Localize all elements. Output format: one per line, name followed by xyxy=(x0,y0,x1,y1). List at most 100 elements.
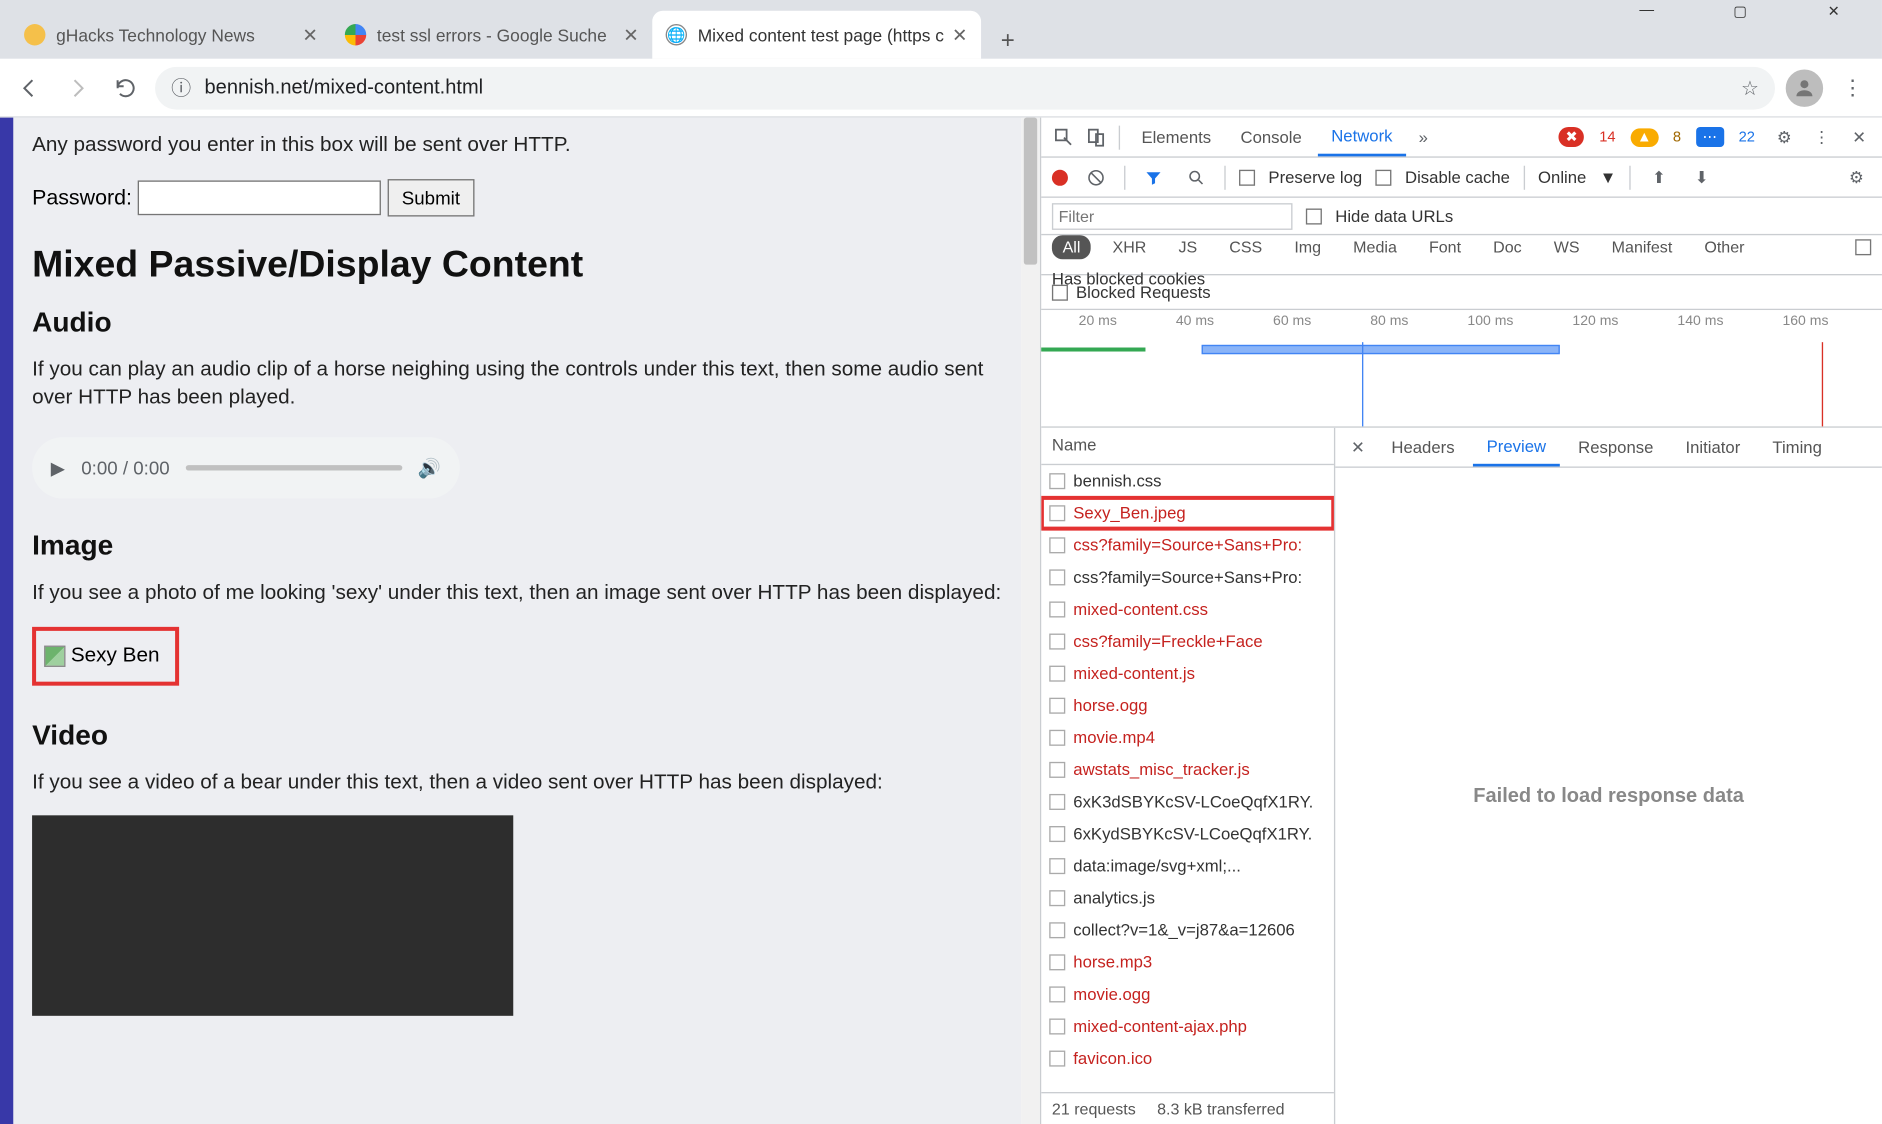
request-name: css?family=Source+Sans+Pro: xyxy=(1073,536,1302,555)
request-row[interactable]: favicon.ico xyxy=(1041,1043,1334,1075)
more-tabs-icon[interactable]: » xyxy=(1409,122,1438,151)
throttle-dropdown-icon[interactable]: ▼ xyxy=(1600,168,1617,187)
type-filter-media[interactable]: Media xyxy=(1342,235,1407,259)
request-row[interactable]: movie.mp4 xyxy=(1041,722,1334,754)
new-tab-button[interactable]: + xyxy=(989,21,1026,58)
request-row[interactable]: data:image/svg+xml;... xyxy=(1041,850,1334,882)
network-settings-gear-icon[interactable]: ⚙ xyxy=(1842,162,1871,191)
request-row[interactable]: mixed-content-ajax.php xyxy=(1041,1010,1334,1042)
type-filter-manifest[interactable]: Manifest xyxy=(1601,235,1683,259)
info-badge-icon[interactable]: ⋯ xyxy=(1696,127,1724,147)
type-filter-css[interactable]: CSS xyxy=(1219,235,1273,259)
timeline-selection[interactable] xyxy=(1202,345,1560,354)
submit-button[interactable]: Submit xyxy=(387,179,475,216)
tab-preview[interactable]: Preview xyxy=(1473,428,1559,465)
request-row[interactable]: movie.ogg xyxy=(1041,978,1334,1010)
tab-response[interactable]: Response xyxy=(1565,430,1667,465)
play-icon[interactable]: ▶ xyxy=(51,457,65,480)
close-devtools-button[interactable]: ✕ xyxy=(1845,122,1874,151)
tab-mixed-content[interactable]: 🌐 Mixed content test page (https c ✕ xyxy=(652,11,981,59)
video-player[interactable] xyxy=(32,816,513,1016)
request-row[interactable]: horse.ogg xyxy=(1041,690,1334,722)
name-column-header[interactable]: Name xyxy=(1041,428,1334,465)
request-row[interactable]: mixed-content.js xyxy=(1041,658,1334,690)
url-bar[interactable]: ⓘ bennish.net/mixed-content.html ☆ xyxy=(155,66,1775,109)
request-detail-pane: ✕ Headers Preview Response Initiator Tim… xyxy=(1335,428,1882,1124)
type-filter-other[interactable]: Other xyxy=(1694,235,1756,259)
warning-badge-icon[interactable]: ▲ xyxy=(1630,128,1658,147)
request-row[interactable]: css?family=Source+Sans+Pro: xyxy=(1041,529,1334,561)
request-name: analytics.js xyxy=(1073,889,1155,908)
timeline-tick: 80 ms xyxy=(1370,313,1408,329)
error-badge-icon[interactable]: ✖ xyxy=(1559,127,1585,147)
devtools-menu-icon[interactable]: ⋮ xyxy=(1807,122,1836,151)
close-window-button[interactable]: ✕ xyxy=(1807,3,1860,16)
request-row[interactable]: bennish.css xyxy=(1041,465,1334,497)
close-tab-button[interactable]: ✕ xyxy=(623,23,639,46)
tab-console[interactable]: Console xyxy=(1227,120,1315,155)
device-toggle-icon[interactable] xyxy=(1081,122,1110,151)
disable-cache-checkbox[interactable] xyxy=(1376,169,1392,185)
tab-google[interactable]: test ssl errors - Google Suche ✕ xyxy=(331,11,652,59)
back-button[interactable] xyxy=(11,69,48,106)
request-row[interactable]: analytics.js xyxy=(1041,882,1334,914)
password-input[interactable] xyxy=(138,181,381,216)
file-icon xyxy=(1049,986,1065,1002)
forward-button[interactable] xyxy=(59,69,96,106)
request-row[interactable]: 6xK3dSBYKcSV-LCoeQqfX1RY. xyxy=(1041,786,1334,818)
request-row[interactable]: horse.mp3 xyxy=(1041,946,1334,978)
request-row[interactable]: css?family=Freckle+Face xyxy=(1041,626,1334,658)
tab-ghacks[interactable]: gHacks Technology News ✕ xyxy=(11,11,332,59)
reload-button[interactable] xyxy=(107,69,144,106)
blocked-requests-checkbox[interactable] xyxy=(1052,284,1068,300)
search-icon[interactable] xyxy=(1182,162,1211,191)
download-icon[interactable]: ⬇ xyxy=(1687,162,1716,191)
network-timeline[interactable]: 20 ms40 ms60 ms80 ms100 ms120 ms140 ms16… xyxy=(1041,310,1882,428)
bookmark-star-icon[interactable]: ☆ xyxy=(1741,76,1759,100)
request-row[interactable]: 6xKydSBYKcSV-LCoeQqfX1RY. xyxy=(1041,818,1334,850)
volume-icon[interactable]: 🔊 xyxy=(418,457,441,480)
filter-input[interactable] xyxy=(1052,202,1293,229)
audio-player[interactable]: ▶ 0:00 / 0:00 🔊 xyxy=(32,437,460,498)
request-row[interactable]: mixed-content.css xyxy=(1041,593,1334,625)
upload-icon[interactable]: ⬆ xyxy=(1644,162,1673,191)
minimize-button[interactable]: — xyxy=(1620,3,1673,16)
preserve-log-checkbox[interactable] xyxy=(1239,169,1255,185)
request-row[interactable]: collect?v=1&_v=j87&a=12606 xyxy=(1041,914,1334,946)
tab-timing[interactable]: Timing xyxy=(1759,430,1835,465)
inspect-icon[interactable] xyxy=(1049,122,1078,151)
filter-icon[interactable] xyxy=(1139,162,1168,191)
blocked-cookies-checkbox[interactable] xyxy=(1855,239,1871,255)
type-filter-doc[interactable]: Doc xyxy=(1482,235,1532,259)
close-tab-button[interactable]: ✕ xyxy=(952,23,968,46)
maximize-button[interactable]: ▢ xyxy=(1714,3,1767,16)
record-button[interactable] xyxy=(1052,169,1068,185)
close-detail-button[interactable]: ✕ xyxy=(1343,432,1372,461)
profile-avatar[interactable] xyxy=(1786,69,1823,106)
tab-elements[interactable]: Elements xyxy=(1128,120,1224,155)
request-row[interactable]: awstats_misc_tracker.js xyxy=(1041,754,1334,786)
tab-headers[interactable]: Headers xyxy=(1378,430,1468,465)
clear-icon[interactable] xyxy=(1081,162,1110,191)
page-scrollbar[interactable] xyxy=(1021,118,1040,1124)
browser-menu-button[interactable]: ⋮ xyxy=(1834,69,1871,106)
close-tab-button[interactable]: ✕ xyxy=(302,23,318,46)
hide-data-urls-checkbox[interactable] xyxy=(1306,208,1322,224)
type-filter-all[interactable]: All xyxy=(1052,235,1091,259)
type-filter-js[interactable]: JS xyxy=(1168,235,1208,259)
tab-network[interactable]: Network xyxy=(1318,118,1406,155)
throttle-select[interactable]: Online xyxy=(1538,168,1586,187)
settings-gear-icon[interactable]: ⚙ xyxy=(1770,122,1799,151)
request-row[interactable]: css?family=Source+Sans+Pro: xyxy=(1041,561,1334,593)
type-filter-ws[interactable]: WS xyxy=(1543,235,1590,259)
scrollbar-thumb[interactable] xyxy=(1024,118,1037,265)
request-name: horse.mp3 xyxy=(1073,953,1152,972)
timeline-tick: 140 ms xyxy=(1677,313,1723,329)
type-filter-xhr[interactable]: XHR xyxy=(1102,235,1157,259)
site-info-icon[interactable]: ⓘ xyxy=(171,74,191,102)
tab-initiator[interactable]: Initiator xyxy=(1672,430,1754,465)
type-filter-font[interactable]: Font xyxy=(1418,235,1471,259)
audio-progress[interactable] xyxy=(186,465,402,470)
request-row[interactable]: Sexy_Ben.jpeg xyxy=(1041,497,1334,529)
type-filter-img[interactable]: Img xyxy=(1284,235,1332,259)
